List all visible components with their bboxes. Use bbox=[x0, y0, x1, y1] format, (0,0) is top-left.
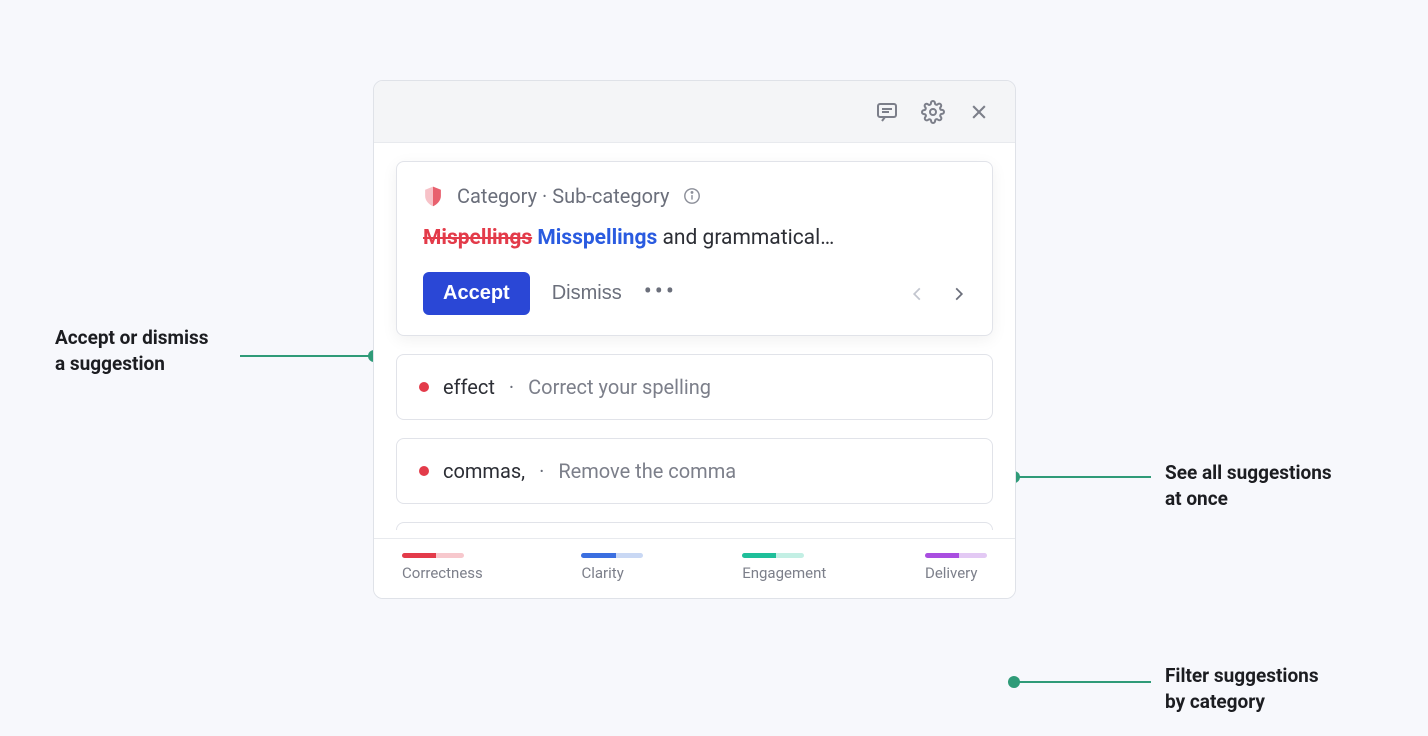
filter-delivery[interactable]: Delivery bbox=[925, 553, 987, 582]
card-meta: Category · Sub-category bbox=[423, 184, 966, 208]
suggestion-desc: Remove the comma bbox=[558, 459, 736, 483]
annotation-text-line1: Accept or dismiss bbox=[55, 326, 209, 349]
connector-right-bottom bbox=[1016, 681, 1151, 683]
connector-left bbox=[240, 355, 370, 357]
annotation-text-line2: a suggestion bbox=[55, 352, 165, 375]
rest-text: and grammatical… bbox=[662, 226, 834, 250]
filter-correctness[interactable]: Correctness bbox=[402, 553, 483, 582]
suggestion-card-collapsed[interactable]: commas, · Remove the comma bbox=[396, 438, 993, 504]
annotation-text-line1: Filter suggestions bbox=[1165, 664, 1319, 687]
suggestion-card-collapsed[interactable]: effect · Correct your spelling bbox=[396, 354, 993, 420]
next-arrow-icon[interactable] bbox=[952, 287, 966, 301]
annotation-text-line1: See all suggestions bbox=[1165, 461, 1332, 484]
filter-footer: Correctness Clarity Engagement Delivery bbox=[374, 538, 1015, 598]
panel-header bbox=[374, 81, 1015, 143]
nav-arrows bbox=[910, 287, 966, 301]
category-label: Category · Sub-category bbox=[457, 184, 669, 208]
close-icon[interactable] bbox=[967, 100, 991, 124]
feedback-icon[interactable] bbox=[875, 100, 899, 124]
filter-label: Delivery bbox=[925, 564, 987, 582]
strike-word: Mispellings bbox=[423, 226, 532, 250]
filter-bar bbox=[742, 553, 804, 558]
correctness-dot-icon bbox=[419, 466, 429, 476]
filter-engagement[interactable]: Engagement bbox=[742, 553, 826, 582]
accept-button[interactable]: Accept bbox=[423, 272, 530, 315]
correction-text: Mispellings Misspellings and grammatical… bbox=[423, 226, 966, 250]
filter-label: Engagement bbox=[742, 564, 826, 582]
correctness-dot-icon bbox=[419, 382, 429, 392]
connector-dot-right-bottom bbox=[1008, 676, 1020, 688]
actions-row: Accept Dismiss ••• bbox=[423, 272, 966, 315]
suggestion-card-expanded: Category · Sub-category Mispellings Miss… bbox=[396, 161, 993, 336]
prev-arrow-icon[interactable] bbox=[910, 287, 924, 301]
annotation-see-all: See all suggestions at once bbox=[1165, 460, 1332, 511]
info-icon[interactable] bbox=[683, 187, 701, 205]
filter-label: Correctness bbox=[402, 564, 483, 582]
separator: · bbox=[509, 375, 514, 399]
gear-icon[interactable] bbox=[921, 100, 945, 124]
annotation-accept-dismiss: Accept or dismiss a suggestion bbox=[55, 325, 209, 376]
separator: · bbox=[539, 459, 544, 483]
suggestions-panel: Category · Sub-category Mispellings Miss… bbox=[373, 80, 1016, 599]
suggestion-desc: Correct your spelling bbox=[528, 375, 711, 399]
filter-bar bbox=[581, 553, 643, 558]
filter-bar bbox=[925, 553, 987, 558]
suggestion-word: effect bbox=[443, 375, 495, 399]
filter-clarity[interactable]: Clarity bbox=[581, 553, 643, 582]
annotation-text-line2: by category bbox=[1165, 690, 1265, 713]
annotation-filter: Filter suggestions by category bbox=[1165, 663, 1319, 714]
suggestion-card-peek bbox=[396, 522, 993, 530]
suggestion-word: commas, bbox=[443, 459, 525, 483]
annotation-text-line2: at once bbox=[1165, 487, 1228, 510]
filter-bar bbox=[402, 553, 464, 558]
shield-icon bbox=[423, 185, 443, 207]
connector-right-top bbox=[1016, 476, 1151, 478]
replacement-word: Misspellings bbox=[537, 226, 657, 250]
panel-body: Category · Sub-category Mispellings Miss… bbox=[374, 143, 1015, 538]
dismiss-button[interactable]: Dismiss bbox=[552, 282, 622, 305]
more-options-icon[interactable]: ••• bbox=[644, 279, 677, 309]
filter-label: Clarity bbox=[581, 564, 643, 582]
